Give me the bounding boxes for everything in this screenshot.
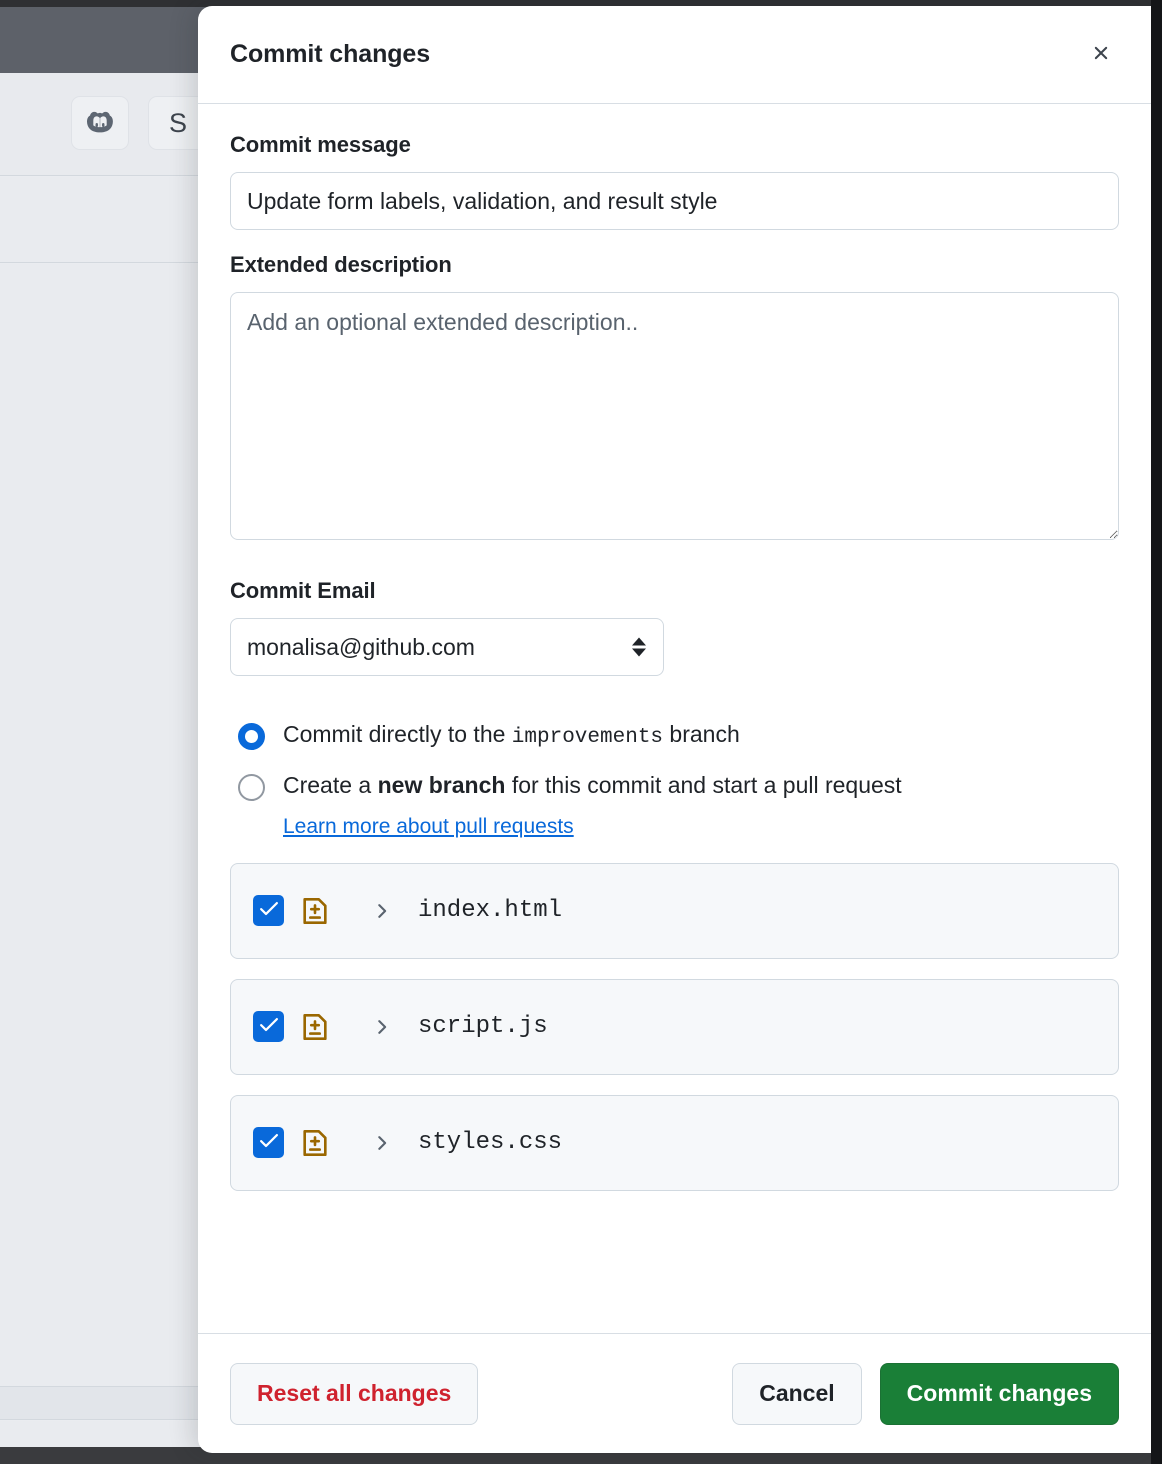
commit-email-label: Commit Email [230, 578, 376, 603]
commit-email-select-wrap: monalisa@github.com [230, 618, 664, 676]
window-right-strip [1151, 0, 1162, 1464]
chevron-right-icon[interactable] [370, 900, 392, 922]
branch-radio-group: Commit directly to the improvements bran… [230, 718, 1119, 839]
file-checkbox[interactable] [253, 895, 284, 927]
file-name: index.html [418, 897, 563, 925]
commit-email-select[interactable]: monalisa@github.com [230, 618, 664, 676]
dialog-body: Commit message Extended description Comm… [198, 104, 1151, 1333]
check-icon [257, 896, 281, 925]
radio-new-prefix: Create a [283, 772, 372, 799]
close-button[interactable] [1079, 33, 1123, 77]
chevron-right-icon[interactable] [370, 1132, 392, 1154]
file-checkbox[interactable] [253, 1011, 284, 1043]
file-name: styles.css [418, 1129, 563, 1157]
commit-changes-dialog: Commit changes Commit message Extended d… [198, 6, 1151, 1453]
radio-indicator-selected[interactable] [238, 723, 265, 750]
radio-indicator-unselected[interactable] [238, 774, 265, 802]
file-row[interactable]: styles.css [230, 1094, 1119, 1191]
radio-commit-directly[interactable]: Commit directly to the improvements bran… [230, 718, 1119, 753]
extended-description-textarea[interactable] [230, 292, 1119, 540]
dialog-header: Commit changes [198, 6, 1151, 104]
copilot-icon [86, 108, 113, 139]
close-icon [1090, 42, 1112, 67]
dialog-footer: Reset all changes Cancel Commit changes [198, 1333, 1151, 1453]
radio-commit-directly-label: Commit directly to the improvements bran… [283, 718, 740, 753]
check-icon [257, 1012, 281, 1041]
reset-all-changes-button[interactable]: Reset all changes [230, 1362, 479, 1425]
file-row[interactable]: script.js [230, 978, 1119, 1075]
commit-message-label: Commit message [230, 132, 411, 157]
extended-description-label: Extended description [230, 252, 452, 277]
changed-files-list: index.html script.js styles.css [230, 862, 1119, 1191]
cancel-button[interactable]: Cancel [732, 1362, 862, 1425]
check-icon [257, 1128, 281, 1157]
copilot-button[interactable] [71, 96, 129, 150]
chevron-right-icon[interactable] [370, 1016, 392, 1038]
radio-new-branch-bold: new branch [377, 772, 506, 799]
diff-modified-icon [300, 1012, 330, 1042]
file-checkbox[interactable] [253, 1127, 284, 1159]
radio-new-suffix: for this commit and start a pull request [511, 772, 902, 799]
dialog-title: Commit changes [230, 40, 431, 68]
diff-modified-icon [300, 896, 330, 926]
diff-modified-icon [300, 1128, 330, 1158]
branch-name: improvements [511, 726, 664, 749]
learn-more-pull-requests-link[interactable]: Learn more about pull requests [283, 815, 574, 839]
radio-direct-suffix: branch [669, 721, 740, 747]
commit-message-input[interactable] [230, 172, 1119, 230]
page-root: S Commit changes Commit message Extended… [0, 0, 1162, 1464]
radio-create-new-branch-label: Create a new branch for this commit and … [283, 769, 902, 802]
file-name: script.js [418, 1013, 548, 1041]
radio-create-new-branch[interactable]: Create a new branch for this commit and … [230, 769, 1119, 802]
background-partial-button-label: S [169, 107, 188, 138]
file-row[interactable]: index.html [230, 862, 1119, 959]
radio-direct-prefix: Commit directly to the [283, 721, 506, 747]
commit-changes-button[interactable]: Commit changes [879, 1362, 1119, 1425]
